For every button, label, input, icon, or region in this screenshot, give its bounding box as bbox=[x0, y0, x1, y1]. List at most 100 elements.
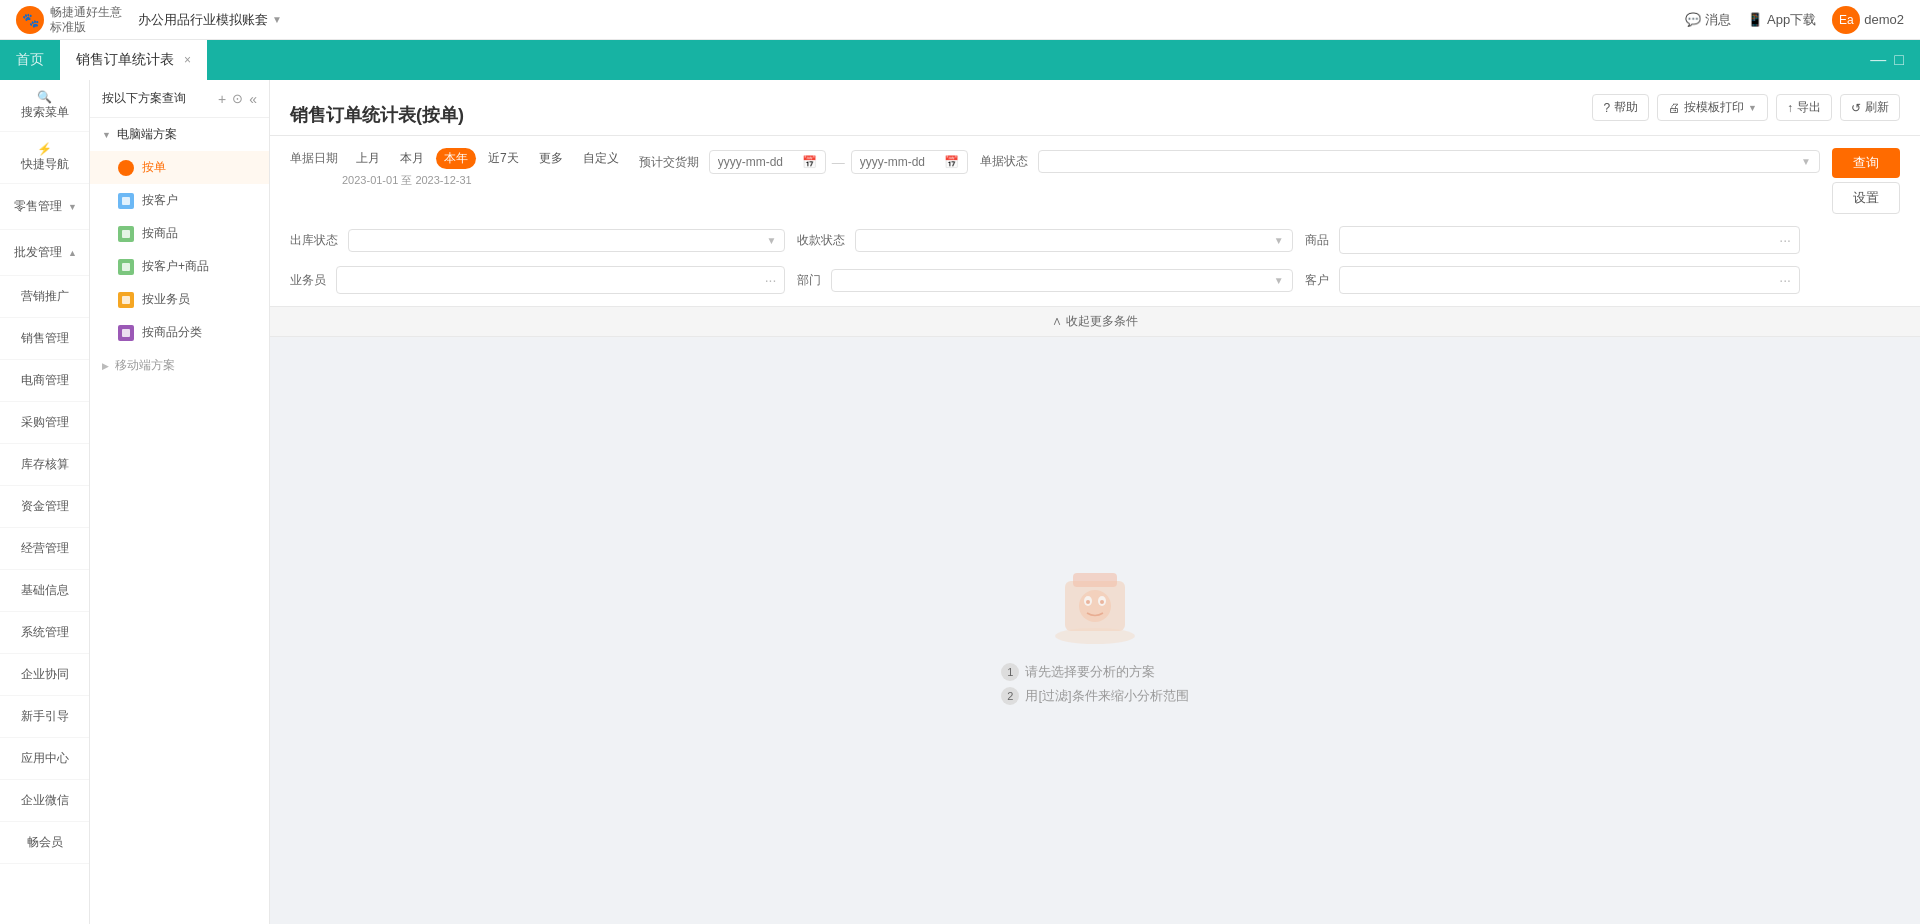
scheme-item-by-order[interactable]: 按单 bbox=[90, 151, 269, 184]
empty-tip-1: 1 请先选择要分析的方案 bbox=[1001, 663, 1188, 681]
salesperson-select[interactable]: ··· bbox=[336, 266, 785, 294]
date-filter-controls: 单据日期 上月 本月 本年 近7天 更多 自定义 bbox=[290, 148, 627, 169]
doc-status-select[interactable]: ▼ bbox=[1038, 150, 1820, 173]
sidebar-item-enterprise[interactable]: 企业协同 bbox=[0, 654, 89, 696]
sidebar-item-wechat[interactable]: 企业微信 bbox=[0, 780, 89, 822]
collapse-arrow-icon: ∧ bbox=[1052, 314, 1062, 328]
collapse-scheme-icon[interactable]: « bbox=[249, 91, 257, 107]
sidebar-item-operations[interactable]: 经营管理 bbox=[0, 528, 89, 570]
customer-select[interactable]: ··· bbox=[1339, 266, 1800, 294]
collapse-bar[interactable]: ∧ 收起更多条件 bbox=[270, 307, 1920, 337]
edit-scheme-icon[interactable]: ⊙ bbox=[232, 91, 243, 106]
sidebar-item-inventory[interactable]: 库存核算 bbox=[0, 444, 89, 486]
expected-date-start[interactable]: 📅 bbox=[709, 150, 826, 174]
product-select[interactable]: ··· bbox=[1339, 226, 1800, 254]
date-last-7[interactable]: 近7天 bbox=[480, 148, 527, 169]
scheme-item-by-product[interactable]: 按商品 bbox=[90, 217, 269, 250]
date-this-year[interactable]: 本年 bbox=[436, 148, 476, 169]
report-actions: ? 帮助 🖨 按模板打印 ▼ ↑ 导出 ↺ 刷新 bbox=[1592, 94, 1900, 121]
scheme-active-dot bbox=[118, 160, 134, 176]
salesperson-cell: 业务员 ··· bbox=[290, 266, 785, 294]
print-button[interactable]: 🖨 按模板打印 ▼ bbox=[1657, 94, 1768, 121]
nav-icon: ⚡ bbox=[37, 142, 52, 156]
scheme-panel: 按以下方案查询 + ⊙ « ▼ 电脑端方案 按单 bbox=[90, 80, 270, 924]
minimize-icon[interactable]: — bbox=[1870, 51, 1886, 69]
date-range-display: 2023-01-01 至 2023-12-31 bbox=[290, 173, 627, 188]
scheme-item-by-category[interactable]: 按商品分类 bbox=[90, 316, 269, 349]
doc-status-group: 单据状态 ▼ bbox=[980, 150, 1820, 173]
refresh-button[interactable]: ↺ 刷新 bbox=[1840, 94, 1900, 121]
svg-point-9 bbox=[1079, 590, 1111, 622]
sidebar-item-ecommerce[interactable]: 电商管理 bbox=[0, 360, 89, 402]
report-area: 销售订单统计表(按单) ? 帮助 🖨 按模板打印 ▼ ↑ 导出 bbox=[270, 80, 1920, 924]
chevron-down-icon: ▼ bbox=[272, 14, 282, 25]
sidebar-search[interactable]: 🔍 搜索菜单 bbox=[0, 80, 89, 132]
expected-date-end[interactable]: 📅 bbox=[851, 150, 968, 174]
top-bar: 🐾 畅捷通好生意 标准版 办公用品行业模拟账套 ▼ 💬 消息 📱 App下载 E… bbox=[0, 0, 1920, 40]
date-more[interactable]: 更多 bbox=[531, 148, 571, 169]
sidebar-item-retail[interactable]: 零售管理 ▼ bbox=[0, 184, 89, 230]
sidebar-item-newbie[interactable]: 新手引导 bbox=[0, 696, 89, 738]
sidebar-item-basic[interactable]: 基础信息 bbox=[0, 570, 89, 612]
reset-button[interactable]: 设置 bbox=[1832, 182, 1900, 214]
message-icon: 💬 bbox=[1685, 12, 1701, 27]
tab-bar: 首页 销售订单统计表 × — □ bbox=[0, 40, 1920, 80]
download-icon: 📱 bbox=[1747, 12, 1763, 27]
scheme-item-by-salesperson[interactable]: 按业务员 bbox=[90, 283, 269, 316]
sidebar-quick-nav[interactable]: ⚡ 快捷导航 bbox=[0, 132, 89, 184]
help-button[interactable]: ? 帮助 bbox=[1592, 94, 1649, 121]
export-icon: ↑ bbox=[1787, 101, 1793, 115]
product-more-icon[interactable]: ··· bbox=[1779, 232, 1791, 248]
print-icon: 🖨 bbox=[1668, 101, 1680, 115]
date-this-month[interactable]: 本月 bbox=[392, 148, 432, 169]
main-layout: 🔍 搜索菜单 ⚡ 快捷导航 零售管理 ▼ 批发管理 ▲ 营销推广 销售管理 电商… bbox=[0, 80, 1920, 924]
delivery-status-select[interactable]: ▼ bbox=[348, 229, 785, 252]
sidebar-item-wholesale[interactable]: 批发管理 ▲ bbox=[0, 230, 89, 276]
product-cell: 商品 ··· bbox=[1305, 226, 1800, 254]
scheme-item-by-cust-prod[interactable]: 按客户+商品 bbox=[90, 250, 269, 283]
app-selector[interactable]: 办公用品行业模拟账套 ▼ bbox=[130, 11, 290, 29]
sidebar-item-system[interactable]: 系统管理 bbox=[0, 612, 89, 654]
sidebar-item-appstore[interactable]: 应用中心 bbox=[0, 738, 89, 780]
sidebar-item-finance[interactable]: 资金管理 bbox=[0, 486, 89, 528]
message-button[interactable]: 💬 消息 bbox=[1685, 11, 1731, 29]
calendar-start-icon[interactable]: 📅 bbox=[802, 155, 817, 169]
chevron-icon: ▼ bbox=[68, 202, 77, 212]
dept-cell: 部门 ▼ bbox=[797, 266, 1292, 294]
svg-rect-3 bbox=[122, 263, 130, 271]
expected-date-start-input[interactable] bbox=[718, 155, 798, 169]
tab-close-icon[interactable]: × bbox=[184, 53, 191, 67]
sidebar-item-sales[interactable]: 销售管理 bbox=[0, 318, 89, 360]
customer-more-icon[interactable]: ··· bbox=[1779, 272, 1791, 288]
sidebar-item-purchase[interactable]: 采购管理 bbox=[0, 402, 89, 444]
tab-sales-order[interactable]: 销售订单统计表 × bbox=[60, 40, 207, 80]
collection-status-select[interactable]: ▼ bbox=[855, 229, 1292, 252]
date-custom[interactable]: 自定义 bbox=[575, 148, 627, 169]
refresh-icon: ↺ bbox=[1851, 101, 1861, 115]
expected-date-end-input[interactable] bbox=[860, 155, 940, 169]
dept-select[interactable]: ▼ bbox=[831, 269, 1292, 292]
add-scheme-icon[interactable]: + bbox=[218, 91, 226, 107]
scheme-group-pc-title[interactable]: ▼ 电脑端方案 bbox=[90, 118, 269, 151]
export-button[interactable]: ↑ 导出 bbox=[1776, 94, 1832, 121]
scheme-group-pc: ▼ 电脑端方案 按单 按客户 bbox=[90, 118, 269, 349]
sidebar-item-member[interactable]: 畅会员 bbox=[0, 822, 89, 864]
chevron-icon: ▲ bbox=[68, 248, 77, 258]
chevron-down-icon: ▼ bbox=[766, 235, 776, 246]
filter-row-3: 业务员 ··· 部门 ▼ 客户 bbox=[290, 266, 1900, 294]
salesperson-more-icon[interactable]: ··· bbox=[765, 272, 777, 288]
svg-rect-4 bbox=[122, 296, 130, 304]
scheme-group-mobile-title[interactable]: ▶ 移动端方案 bbox=[90, 349, 269, 382]
tab-home[interactable]: 首页 bbox=[0, 40, 60, 80]
sidebar-item-marketing[interactable]: 营销推广 bbox=[0, 276, 89, 318]
scheme-item-by-customer[interactable]: 按客户 bbox=[90, 184, 269, 217]
app-download-button[interactable]: 📱 App下载 bbox=[1747, 11, 1816, 29]
scheme-icon-category bbox=[118, 325, 134, 341]
calendar-end-icon[interactable]: 📅 bbox=[944, 155, 959, 169]
user-profile[interactable]: Ea demo2 bbox=[1832, 6, 1904, 34]
date-last-month[interactable]: 上月 bbox=[348, 148, 388, 169]
svg-point-0 bbox=[121, 163, 131, 173]
scheme-panel-header: 按以下方案查询 + ⊙ « bbox=[90, 80, 269, 118]
query-button[interactable]: 查询 bbox=[1832, 148, 1900, 178]
maximize-icon[interactable]: □ bbox=[1894, 51, 1904, 69]
